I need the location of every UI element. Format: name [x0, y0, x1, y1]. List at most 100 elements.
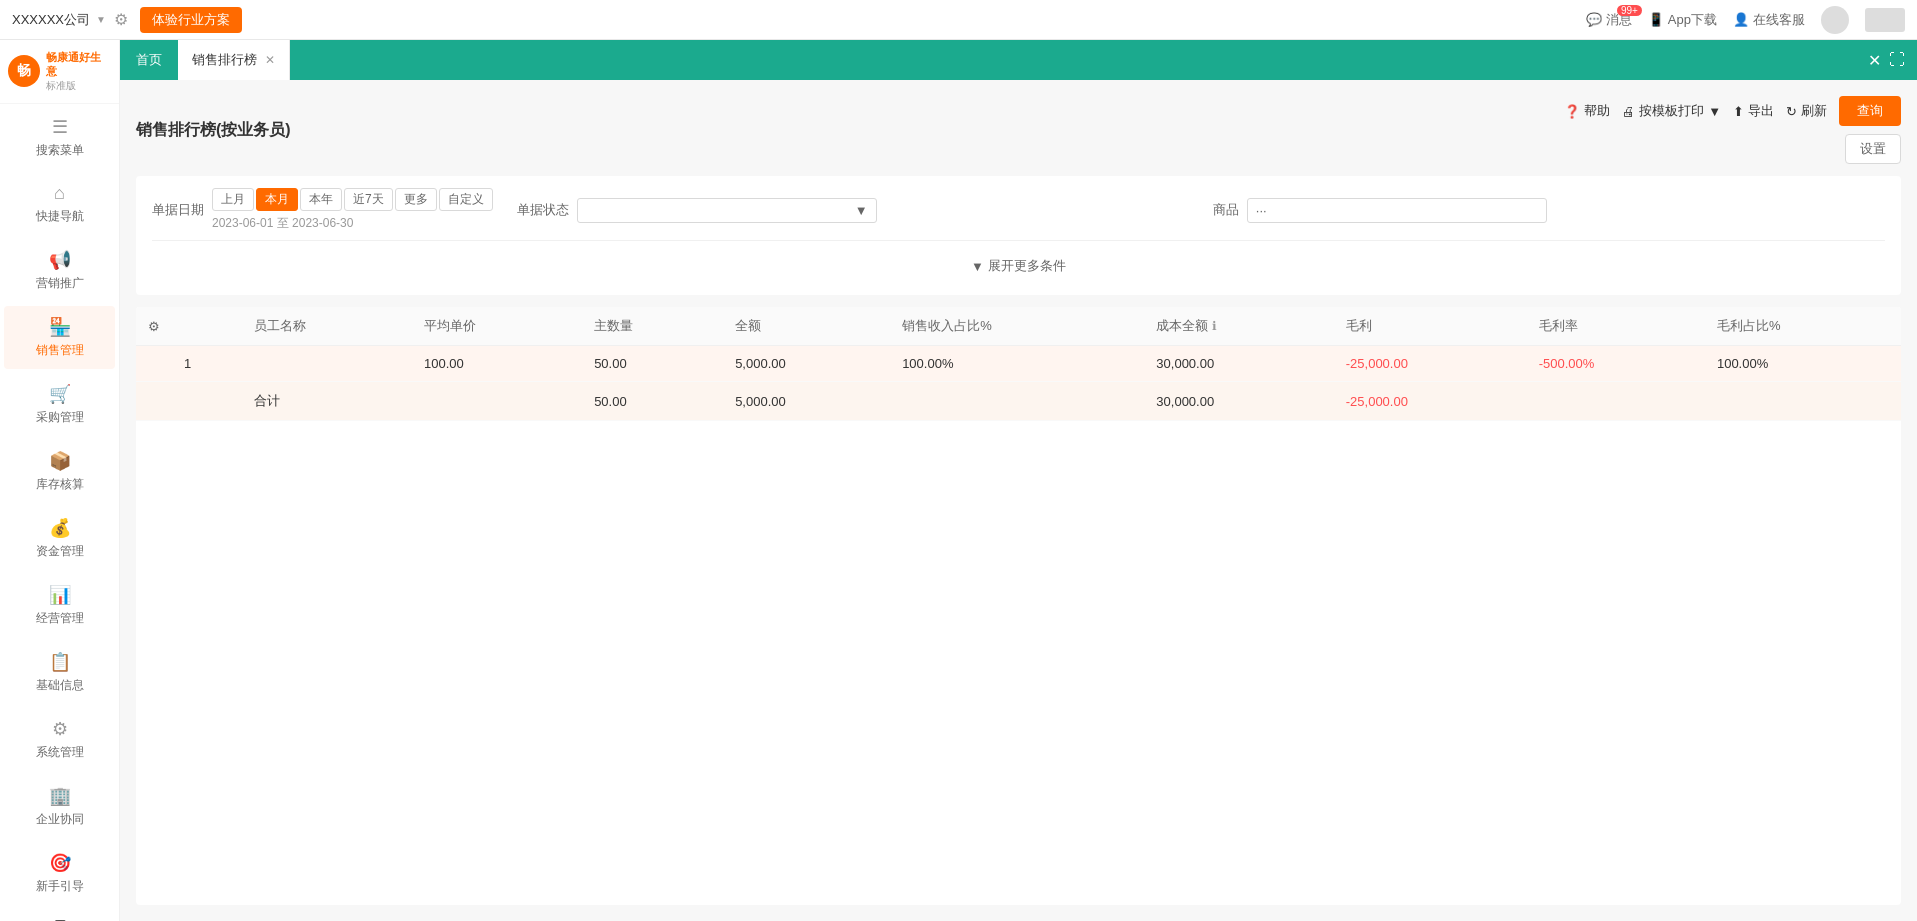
footer-profit-rate [1527, 382, 1705, 421]
enterprise-icon: 🏢 [49, 785, 71, 807]
action-buttons: ❓ 帮助 🖨 按模板打印 ▼ ⬆ 导出 ↻ [1564, 96, 1901, 126]
goods-input[interactable]: ··· [1247, 198, 1547, 223]
export-button[interactable]: ⬆ 导出 [1733, 102, 1774, 120]
sidebar-item-finance[interactable]: 💰 资金管理 [4, 507, 115, 570]
export-icon: ⬆ [1733, 104, 1744, 119]
footer-profit-pct [1705, 382, 1901, 421]
date-btn-last-month[interactable]: 上月 [212, 188, 254, 211]
inventory-icon: 📦 [49, 450, 71, 472]
status-filter: 单据状态 ▼ [517, 198, 1189, 223]
sidebar-item-inventory[interactable]: 📦 库存核算 [4, 440, 115, 503]
tab-bar: 首页 销售排行榜 ✕ ✕ ⛶ [120, 40, 1917, 80]
marketing-icon: 📢 [49, 249, 71, 271]
sidebar-item-sales[interactable]: 🏪 销售管理 [4, 306, 115, 369]
header-actions: ❓ 帮助 🖨 按模板打印 ▼ ⬆ 导出 ↻ [1564, 96, 1901, 164]
basic-info-icon: 📋 [49, 651, 71, 673]
logo-sub: 标准版 [46, 79, 111, 93]
tab-sales-rank[interactable]: 销售排行榜 ✕ [178, 40, 290, 80]
expand-icon: ▼ [971, 259, 984, 274]
row-profit-rate: -500.00% [1527, 346, 1705, 382]
row-rank: 1 [172, 346, 242, 382]
print-icon: 🖨 [1622, 104, 1635, 119]
footer-label: 合计 [242, 382, 412, 421]
row-cost: 30,000.00 [1144, 346, 1333, 382]
user-name-placeholder [1865, 8, 1905, 32]
date-picker-area: 上月 本月 本年 近7天 更多 自定义 2023-06-01 至 2023-06… [212, 188, 493, 232]
date-range-text: 2023-06-01 至 2023-06-30 [212, 215, 493, 232]
message-badge: 99+ [1617, 5, 1642, 16]
col-profit-rate: 毛利率 [1527, 307, 1705, 346]
sidebar-item-basic-info[interactable]: 📋 基础信息 [4, 641, 115, 704]
row-profit-pct: 100.00% [1705, 346, 1901, 382]
footer-qty: 50.00 [582, 382, 723, 421]
search-menu-icon: ☰ [52, 116, 68, 138]
sidebar-item-app-center[interactable]: 📱 应用中心 [4, 909, 115, 921]
col-qty: 主数量 [582, 307, 723, 346]
company-selector[interactable]: XXXXXX公司 ▼ [12, 11, 106, 29]
filter-divider [152, 240, 1885, 241]
refresh-button[interactable]: ↻ 刷新 [1786, 102, 1827, 120]
date-filter: 单据日期 上月 本月 本年 近7天 更多 自定义 2023-06-01 至 20… [152, 188, 493, 232]
date-btn-this-month[interactable]: 本月 [256, 188, 298, 211]
query-button[interactable]: 查询 [1839, 96, 1901, 126]
page-title: 销售排行榜(按业务员) [136, 120, 291, 141]
message-button[interactable]: 💬 消息 99+ [1586, 11, 1632, 29]
finance-icon: 💰 [49, 517, 71, 539]
date-btn-7days[interactable]: 近7天 [344, 188, 393, 211]
col-name: 员工名称 [242, 307, 412, 346]
settings-icon[interactable]: ⚙ [114, 10, 128, 29]
date-filter-label: 单据日期 [152, 201, 204, 219]
company-chevron-icon: ▼ [96, 14, 106, 25]
status-select[interactable]: ▼ [577, 198, 877, 223]
purchase-icon: 🛒 [49, 383, 71, 405]
sidebar-item-system[interactable]: ⚙ 系统管理 [4, 708, 115, 771]
sidebar-item-search[interactable]: ☰ 搜索菜单 [4, 106, 115, 169]
sidebar-item-marketing[interactable]: 📢 营销推广 [4, 239, 115, 302]
table-body: 1 100.00 50.00 5,000.00 100.00% 30,000.0… [136, 346, 1901, 382]
help-button[interactable]: ❓ 帮助 [1564, 102, 1610, 120]
template-print-button[interactable]: 🖨 按模板打印 ▼ [1622, 102, 1721, 120]
row-name [242, 346, 412, 382]
sidebar-item-purchase[interactable]: 🛒 采购管理 [4, 373, 115, 436]
quick-nav-icon: ⌂ [54, 183, 65, 204]
table-row: 1 100.00 50.00 5,000.00 100.00% 30,000.0… [136, 346, 1901, 382]
avatar[interactable] [1821, 6, 1849, 34]
tab-close-icon[interactable]: ✕ [265, 53, 275, 67]
tab-expand-icon[interactable]: ⛶ [1889, 51, 1905, 69]
col-avg-price: 平均单价 [412, 307, 582, 346]
guide-icon: 🎯 [49, 852, 71, 874]
date-btn-custom[interactable]: 自定义 [439, 188, 493, 211]
footer-profit: -25,000.00 [1334, 382, 1527, 421]
sidebar-item-enterprise[interactable]: 🏢 企业协同 [4, 775, 115, 838]
online-service-button[interactable]: 👤 在线客服 [1733, 11, 1805, 29]
logo-text-area: 畅康通好生意 标准版 [46, 50, 111, 93]
row-sales-pct: 100.00% [890, 346, 1144, 382]
tab-close-window-icon[interactable]: ✕ [1868, 51, 1881, 70]
col-sales-pct: 销售收入占比% [890, 307, 1144, 346]
main-layout: 畅 畅康通好生意 标准版 ☰ 搜索菜单 ⌂ 快捷导航 📢 营销推广 🏪 销售管理… [0, 40, 1917, 921]
expand-more-filters-button[interactable]: ▼ 展开更多条件 [152, 249, 1885, 283]
page-header: 销售排行榜(按业务员) ❓ 帮助 🖨 按模板打印 ▼ ⬆ [136, 96, 1901, 164]
row-qty: 50.00 [582, 346, 723, 382]
top-right-area: 💬 消息 99+ 📱 App下载 👤 在线客服 [1586, 6, 1905, 34]
date-btn-more[interactable]: 更多 [395, 188, 437, 211]
cost-info-icon[interactable]: ℹ [1212, 319, 1217, 333]
tab-home[interactable]: 首页 [120, 40, 178, 80]
sidebar-item-guide[interactable]: 🎯 新手引导 [4, 842, 115, 905]
goods-filter: 商品 ··· [1213, 198, 1885, 223]
tab-bar-right: ✕ ⛶ [1868, 51, 1917, 70]
app-download-button[interactable]: 📱 App下载 [1648, 11, 1717, 29]
col-settings-icon[interactable]: ⚙ [148, 319, 160, 334]
table-header-row: ⚙ 员工名称 平均单价 主数量 全额 销售收入占比% 成本全额 ℹ 毛利 [136, 307, 1901, 346]
footer-avg-price [412, 382, 582, 421]
settings-button[interactable]: 设置 [1845, 134, 1901, 164]
table-container: ⚙ 员工名称 平均单价 主数量 全额 销售收入占比% 成本全额 ℹ 毛利 [136, 307, 1901, 905]
sidebar-item-operation[interactable]: 📊 经营管理 [4, 574, 115, 637]
date-btn-this-year[interactable]: 本年 [300, 188, 342, 211]
table-footer: 合计 50.00 5,000.00 30,000.00 -25,000.00 [136, 382, 1901, 421]
col-rank [172, 307, 242, 346]
sidebar-item-quick-nav[interactable]: ⌂ 快捷导航 [4, 173, 115, 235]
col-profit: 毛利 [1334, 307, 1527, 346]
trial-button[interactable]: 体验行业方案 [140, 7, 242, 33]
page-content: 销售排行榜(按业务员) ❓ 帮助 🖨 按模板打印 ▼ ⬆ [120, 80, 1917, 921]
